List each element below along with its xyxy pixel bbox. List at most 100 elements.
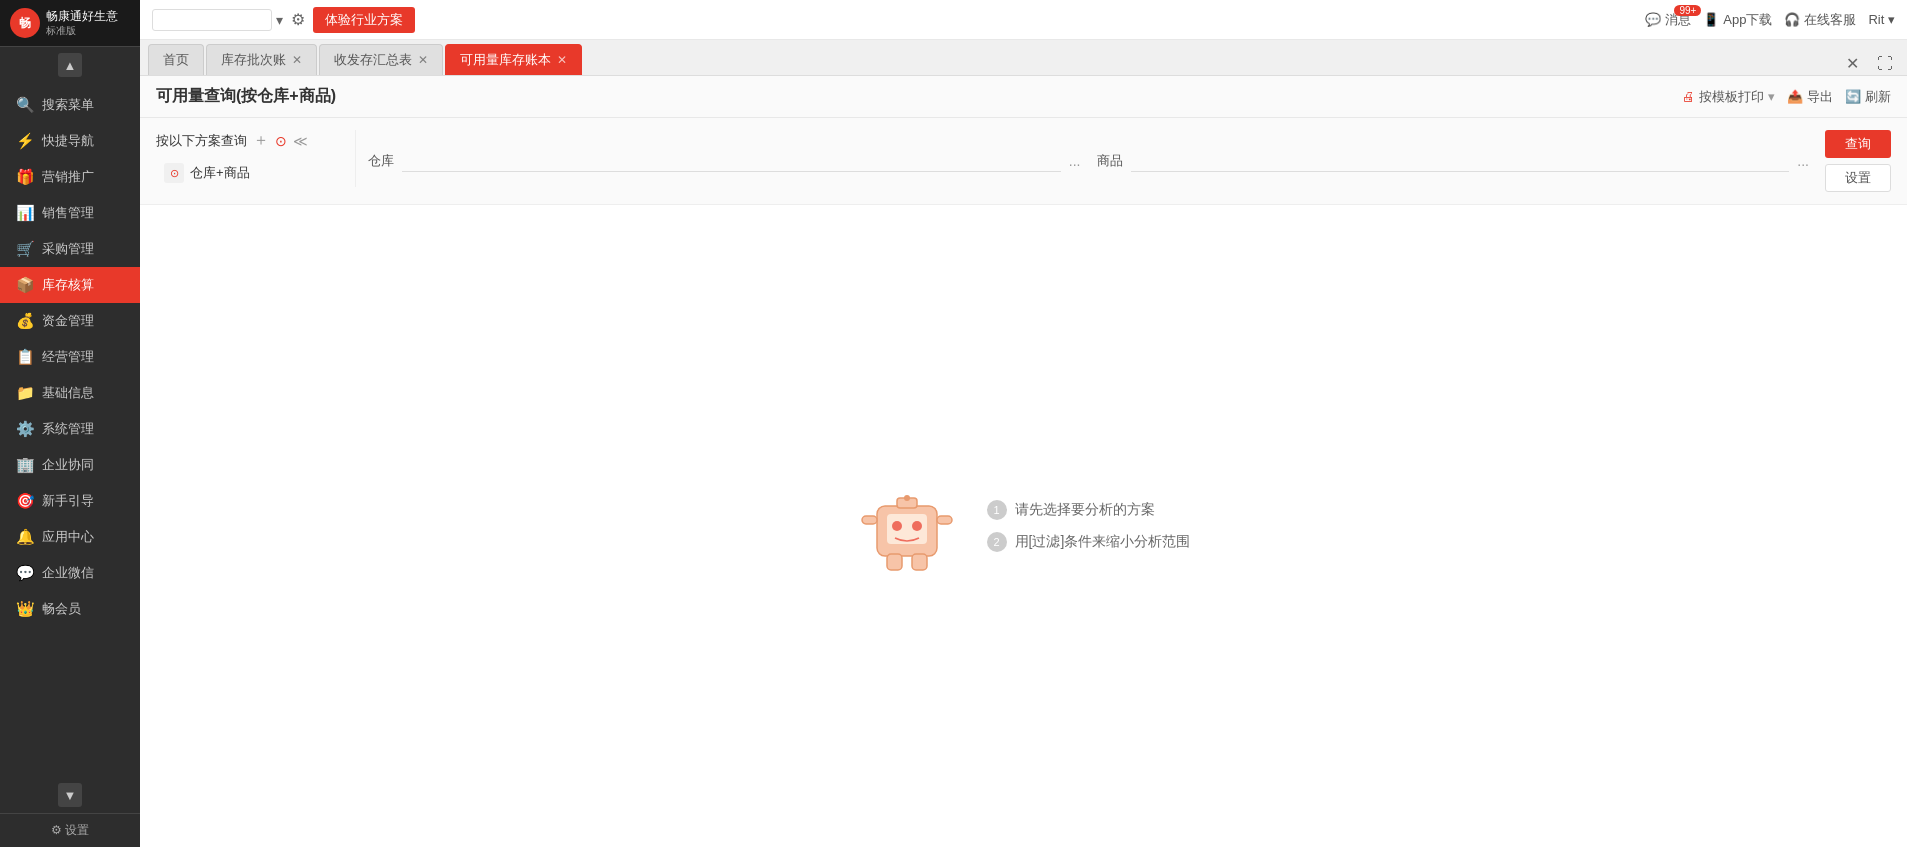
scheme-icon: ⊙ bbox=[164, 163, 184, 183]
add-scheme-btn[interactable]: ＋ bbox=[253, 130, 269, 151]
svg-rect-9 bbox=[912, 554, 927, 570]
app-icon: 📱 bbox=[1703, 12, 1719, 27]
empty-illustration bbox=[857, 476, 957, 576]
filter-schemes: 按以下方案查询 ＋ ⊙ ≪ ⊙ 仓库+商品 bbox=[156, 130, 356, 187]
svg-rect-7 bbox=[937, 516, 952, 524]
print-dropdown-icon: ▾ bbox=[1768, 89, 1775, 104]
tab-label: 可用量库存账本 bbox=[460, 51, 551, 69]
sidebar-item-enterprise[interactable]: 🏢企业协同 bbox=[0, 447, 140, 483]
collapse-btn[interactable]: ≪ bbox=[293, 133, 308, 149]
tab-receive-summary[interactable]: 收发存汇总表 ✕ bbox=[319, 44, 443, 75]
warehouse-more-btn[interactable]: ... bbox=[1069, 153, 1081, 169]
svg-rect-8 bbox=[887, 554, 902, 570]
product-more-btn[interactable]: ... bbox=[1797, 153, 1809, 169]
sidebar-item-purchase[interactable]: 🛒采购管理 bbox=[0, 231, 140, 267]
sidebar-item-appstore[interactable]: 🔔应用中心 bbox=[0, 519, 140, 555]
sidebar-item-newbie[interactable]: 🎯新手引导 bbox=[0, 483, 140, 519]
filter-actions: 查询 设置 bbox=[1825, 130, 1891, 192]
dropdown-btn[interactable]: ▾ bbox=[276, 12, 283, 28]
tab-close-receive-summary[interactable]: ✕ bbox=[418, 53, 428, 67]
sidebar-item-marketing[interactable]: 🎁营销推广 bbox=[0, 159, 140, 195]
search-input[interactable] bbox=[152, 9, 272, 31]
operation-icon: 📋 bbox=[16, 348, 34, 366]
hint-item-2: 2 用[过滤]条件来缩小分析范围 bbox=[987, 532, 1191, 552]
finance-icon: 💰 bbox=[16, 312, 34, 330]
marketing-icon: 🎁 bbox=[16, 168, 34, 186]
sidebar-brand: 畅康通好生意 标准版 bbox=[46, 9, 118, 38]
settings-btn[interactable]: 设置 bbox=[1825, 164, 1891, 192]
page-title: 可用量查询(按仓库+商品) bbox=[156, 86, 336, 107]
message-badge: 99+ bbox=[1674, 5, 1701, 16]
sidebar-item-wechat[interactable]: 💬企业微信 bbox=[0, 555, 140, 591]
message-btn[interactable]: 💬 消息 99+ bbox=[1645, 11, 1691, 29]
page-header-actions: 🖨 按模板打印 ▾ 📤 导出 🔄 刷新 bbox=[1682, 88, 1891, 106]
online-service-btn[interactable]: 🎧 在线客服 bbox=[1784, 11, 1856, 29]
user-dropdown-icon: ▾ bbox=[1888, 12, 1895, 27]
export-btn[interactable]: 📤 导出 bbox=[1787, 88, 1833, 106]
appstore-icon: 🔔 bbox=[16, 528, 34, 546]
hint-2-text: 用[过滤]条件来缩小分析范围 bbox=[1015, 533, 1191, 551]
tab-close-available-ledger[interactable]: ✕ bbox=[557, 53, 567, 67]
tab-batch-ledger[interactable]: 库存批次账 ✕ bbox=[206, 44, 317, 75]
app-download-btn[interactable]: 📱 App下载 bbox=[1703, 11, 1772, 29]
scroll-down-btn[interactable]: ▼ bbox=[58, 783, 82, 807]
svg-rect-6 bbox=[862, 516, 877, 524]
scheme-item-warehouse-product[interactable]: ⊙ 仓库+商品 bbox=[156, 159, 343, 187]
topbar-search-area: ▾ bbox=[152, 9, 283, 31]
sidebar: 畅 畅康通好生意 标准版 ▲ 🔍搜索菜单⚡快捷导航🎁营销推广📊销售管理🛒采购管理… bbox=[0, 0, 140, 847]
filter-title: 按以下方案查询 ＋ ⊙ ≪ bbox=[156, 130, 343, 151]
svg-point-5 bbox=[904, 495, 910, 501]
tab-label: 收发存汇总表 bbox=[334, 51, 412, 69]
sidebar-logo: 畅 bbox=[10, 8, 40, 38]
topbar-actions: 💬 消息 99+ 📱 App下载 🎧 在线客服 Rit ▾ bbox=[1645, 11, 1895, 29]
sidebar-item-operation[interactable]: 📋经营管理 bbox=[0, 339, 140, 375]
tabbar: 首页库存批次账 ✕ 收发存汇总表 ✕ 可用量库存账本 ✕ ✕ ⛶ bbox=[140, 40, 1907, 76]
sidebar-item-basic[interactable]: 📁基础信息 bbox=[0, 375, 140, 411]
main-area: ▾ ⚙ 体验行业方案 💬 消息 99+ 📱 App下载 🎧 在线客服 Rit ▾ bbox=[140, 0, 1907, 847]
tab-label: 库存批次账 bbox=[221, 51, 286, 69]
sidebar-item-sales[interactable]: 📊销售管理 bbox=[0, 195, 140, 231]
hint-item-1: 1 请先选择要分析的方案 bbox=[987, 500, 1191, 520]
warehouse-filter-field: 仓库 ... bbox=[368, 150, 1081, 172]
industry-btn[interactable]: 体验行业方案 bbox=[313, 7, 415, 33]
print-btn[interactable]: 🖨 按模板打印 ▾ bbox=[1682, 88, 1775, 106]
sidebar-item-search[interactable]: 🔍搜索菜单 bbox=[0, 87, 140, 123]
maximize-btn[interactable]: ⛶ bbox=[1871, 53, 1899, 75]
warehouse-label: 仓库 bbox=[368, 152, 394, 170]
hint-1-text: 请先选择要分析的方案 bbox=[1015, 501, 1155, 519]
export-icon: 📤 bbox=[1787, 89, 1803, 104]
refresh-btn[interactable]: 🔄 刷新 bbox=[1845, 88, 1891, 106]
close-tab-btn[interactable]: ✕ bbox=[1840, 52, 1865, 75]
search-icon: 🔍 bbox=[16, 96, 34, 114]
scroll-up-btn[interactable]: ▲ bbox=[58, 53, 82, 77]
headset-icon: 🎧 bbox=[1784, 12, 1800, 27]
sidebar-item-inventory[interactable]: 📦库存核算 bbox=[0, 267, 140, 303]
user-menu[interactable]: Rit ▾ bbox=[1868, 12, 1895, 27]
filter-fields: 仓库 ... 商品 ... 查询 设置 bbox=[368, 130, 1891, 192]
tab-available-ledger[interactable]: 可用量库存账本 ✕ bbox=[445, 44, 582, 75]
tab-home[interactable]: 首页 bbox=[148, 44, 204, 75]
scheme-settings-btn[interactable]: ⊙ bbox=[275, 133, 287, 149]
sidebar-nav: 🔍搜索菜单⚡快捷导航🎁营销推广📊销售管理🛒采购管理📦库存核算💰资金管理📋经营管理… bbox=[0, 83, 140, 777]
product-input[interactable] bbox=[1131, 150, 1790, 172]
sidebar-item-system[interactable]: ⚙️系统管理 bbox=[0, 411, 140, 447]
query-btn[interactable]: 查询 bbox=[1825, 130, 1891, 158]
wechat-icon: 💬 bbox=[16, 564, 34, 582]
filter-area: 按以下方案查询 ＋ ⊙ ≪ ⊙ 仓库+商品 仓库 ... bbox=[140, 118, 1907, 205]
product-label: 商品 bbox=[1097, 152, 1123, 170]
tab-close-batch-ledger[interactable]: ✕ bbox=[292, 53, 302, 67]
tabbar-controls: ✕ ⛶ bbox=[1840, 52, 1899, 75]
sidebar-item-member[interactable]: 👑畅会员 bbox=[0, 591, 140, 627]
print-icon: 🖨 bbox=[1682, 89, 1695, 104]
enterprise-icon: 🏢 bbox=[16, 456, 34, 474]
gear-btn[interactable]: ⚙ bbox=[291, 10, 305, 29]
newbie-icon: 🎯 bbox=[16, 492, 34, 510]
sales-icon: 📊 bbox=[16, 204, 34, 222]
sidebar-item-shortcut[interactable]: ⚡快捷导航 bbox=[0, 123, 140, 159]
svg-point-2 bbox=[892, 521, 902, 531]
step-2-circle: 2 bbox=[987, 532, 1007, 552]
sidebar-item-finance[interactable]: 💰资金管理 bbox=[0, 303, 140, 339]
system-icon: ⚙️ bbox=[16, 420, 34, 438]
warehouse-input[interactable] bbox=[402, 150, 1061, 172]
svg-point-3 bbox=[912, 521, 922, 531]
